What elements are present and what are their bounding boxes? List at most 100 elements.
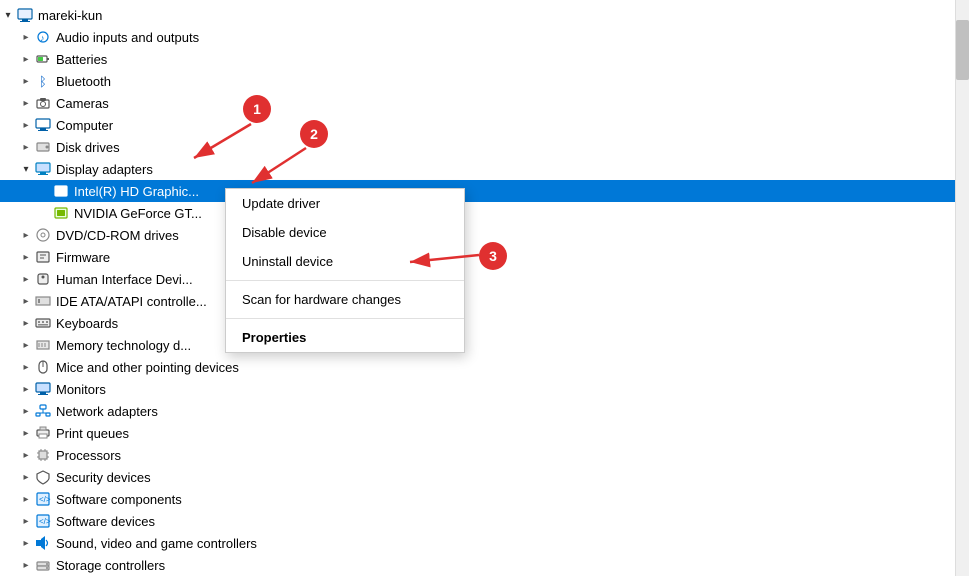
expander-cameras[interactable]: ▸ bbox=[18, 95, 34, 111]
root-label: mareki-kun bbox=[38, 8, 947, 23]
label-disk: Disk drives bbox=[56, 140, 947, 155]
tree-item-bluetooth[interactable]: ▸ᛒBluetooth bbox=[0, 70, 955, 92]
icon-softdev: </> bbox=[34, 512, 52, 530]
label-intel: Intel(R) HD Graphic... bbox=[74, 184, 947, 199]
expander-nvidia[interactable] bbox=[36, 205, 52, 221]
icon-network bbox=[34, 402, 52, 420]
tree-item-nvidia[interactable]: NVIDIA GeForce GT... bbox=[0, 202, 955, 224]
icon-ide bbox=[34, 292, 52, 310]
expander-mice[interactable]: ▸ bbox=[18, 359, 34, 375]
annotation-2: 2 bbox=[300, 120, 328, 148]
separator-after-scan bbox=[226, 318, 464, 319]
expander-audio[interactable]: ▸ bbox=[18, 29, 34, 45]
tree-item-ide[interactable]: ▸IDE ATA/ATAPI controlle... bbox=[0, 290, 955, 312]
label-computer: Computer bbox=[56, 118, 947, 133]
context-menu-item-update[interactable]: Update driver bbox=[226, 189, 464, 218]
tree-item-softdev[interactable]: ▸</>Software devices bbox=[0, 510, 955, 532]
tree-item-computer[interactable]: ▸ Computer bbox=[0, 114, 955, 136]
context-menu-item-disable[interactable]: Disable device bbox=[226, 218, 464, 247]
expander-softdev[interactable]: ▸ bbox=[18, 513, 34, 529]
root-icon bbox=[16, 6, 34, 24]
icon-mice bbox=[34, 358, 52, 376]
icon-monitors bbox=[34, 380, 52, 398]
label-network: Network adapters bbox=[56, 404, 947, 419]
scrollbar-thumb[interactable] bbox=[956, 20, 969, 80]
label-sound: Sound, video and game controllers bbox=[56, 536, 947, 551]
expander-monitors[interactable]: ▸ bbox=[18, 381, 34, 397]
tree-item-audio[interactable]: ▸♪ Audio inputs and outputs bbox=[0, 26, 955, 48]
tree-item-storage[interactable]: ▸Storage controllers bbox=[0, 554, 955, 576]
expander-keyboards[interactable]: ▸ bbox=[18, 315, 34, 331]
expander-disk[interactable]: ▸ bbox=[18, 139, 34, 155]
label-hid: Human Interface Devi... bbox=[56, 272, 947, 287]
icon-security bbox=[34, 468, 52, 486]
tree-items-container: ▸♪Audio inputs and outputs▸Batteries▸ᛒBl… bbox=[0, 26, 955, 576]
tree-item-network[interactable]: ▸ Network adapters bbox=[0, 400, 955, 422]
expander-security[interactable]: ▸ bbox=[18, 469, 34, 485]
expander-hid[interactable]: ▸ bbox=[18, 271, 34, 287]
label-batteries: Batteries bbox=[56, 52, 947, 67]
device-tree[interactable]: ▾ mareki-kun ▸♪Audio inputs and outputs▸… bbox=[0, 0, 955, 576]
icon-disk bbox=[34, 138, 52, 156]
tree-item-cameras[interactable]: ▸Cameras bbox=[0, 92, 955, 114]
scrollbar[interactable] bbox=[955, 0, 969, 576]
svg-text:</>: </> bbox=[39, 517, 51, 526]
context-menu-item-properties[interactable]: Properties bbox=[226, 323, 464, 352]
icon-hid bbox=[34, 270, 52, 288]
expander-intel[interactable] bbox=[36, 183, 52, 199]
tree-item-print[interactable]: ▸Print queues bbox=[0, 422, 955, 444]
icon-computer bbox=[34, 116, 52, 134]
tree-item-disk[interactable]: ▸ Disk drives bbox=[0, 136, 955, 158]
label-audio: Audio inputs and outputs bbox=[56, 30, 947, 45]
tree-item-monitors[interactable]: ▸Monitors bbox=[0, 378, 955, 400]
expander-print[interactable]: ▸ bbox=[18, 425, 34, 441]
expander-sound[interactable]: ▸ bbox=[18, 535, 34, 551]
expander-display[interactable]: ▾ bbox=[18, 161, 34, 177]
label-mice: Mice and other pointing devices bbox=[56, 360, 947, 375]
expander-processors[interactable]: ▸ bbox=[18, 447, 34, 463]
tree-item-memory[interactable]: ▸ Memory technology d... bbox=[0, 334, 955, 356]
tree-item-batteries[interactable]: ▸ Batteries bbox=[0, 48, 955, 70]
label-nvidia: NVIDIA GeForce GT... bbox=[74, 206, 947, 221]
expander-computer[interactable]: ▸ bbox=[18, 117, 34, 133]
svg-text:</>: </> bbox=[39, 495, 51, 504]
tree-item-intel[interactable]: Intel(R) HD Graphic... bbox=[0, 180, 955, 202]
root-expander[interactable]: ▾ bbox=[0, 7, 16, 23]
svg-text:ᛒ: ᛒ bbox=[39, 74, 47, 89]
icon-processors bbox=[34, 446, 52, 464]
label-softcomp: Software components bbox=[56, 492, 947, 507]
tree-item-mice[interactable]: ▸ Mice and other pointing devices bbox=[0, 356, 955, 378]
icon-firmware bbox=[34, 248, 52, 266]
context-menu: Update driverDisable deviceUninstall dev… bbox=[225, 188, 465, 353]
expander-firmware[interactable]: ▸ bbox=[18, 249, 34, 265]
icon-batteries bbox=[34, 50, 52, 68]
tree-item-security[interactable]: ▸Security devices bbox=[0, 466, 955, 488]
expander-batteries[interactable]: ▸ bbox=[18, 51, 34, 67]
icon-intel bbox=[52, 182, 70, 200]
tree-item-keyboards[interactable]: ▸Keyboards bbox=[0, 312, 955, 334]
tree-item-sound[interactable]: ▸ Sound, video and game controllers bbox=[0, 532, 955, 554]
expander-storage[interactable]: ▸ bbox=[18, 557, 34, 573]
expander-ide[interactable]: ▸ bbox=[18, 293, 34, 309]
root-node[interactable]: ▾ mareki-kun bbox=[0, 4, 955, 26]
expander-memory[interactable]: ▸ bbox=[18, 337, 34, 353]
context-menu-item-scan[interactable]: Scan for hardware changes bbox=[226, 285, 464, 314]
expander-softcomp[interactable]: ▸ bbox=[18, 491, 34, 507]
expander-bluetooth[interactable]: ▸ bbox=[18, 73, 34, 89]
tree-item-softcomp[interactable]: ▸ </> Software components bbox=[0, 488, 955, 510]
device-manager-panel: ▾ mareki-kun ▸♪Audio inputs and outputs▸… bbox=[0, 0, 955, 576]
icon-audio: ♪ bbox=[34, 28, 52, 46]
tree-item-display[interactable]: ▾Display adapters bbox=[0, 158, 955, 180]
icon-sound bbox=[34, 534, 52, 552]
icon-nvidia bbox=[52, 204, 70, 222]
expander-dvd[interactable]: ▸ bbox=[18, 227, 34, 243]
tree-item-firmware[interactable]: ▸Firmware bbox=[0, 246, 955, 268]
label-memory: Memory technology d... bbox=[56, 338, 947, 353]
annotation-3: 3 bbox=[479, 242, 507, 270]
tree-item-dvd[interactable]: ▸DVD/CD-ROM drives bbox=[0, 224, 955, 246]
icon-dvd bbox=[34, 226, 52, 244]
tree-item-processors[interactable]: ▸Processors bbox=[0, 444, 955, 466]
tree-item-hid[interactable]: ▸ Human Interface Devi... bbox=[0, 268, 955, 290]
context-menu-item-uninstall[interactable]: Uninstall device bbox=[226, 247, 464, 276]
expander-network[interactable]: ▸ bbox=[18, 403, 34, 419]
